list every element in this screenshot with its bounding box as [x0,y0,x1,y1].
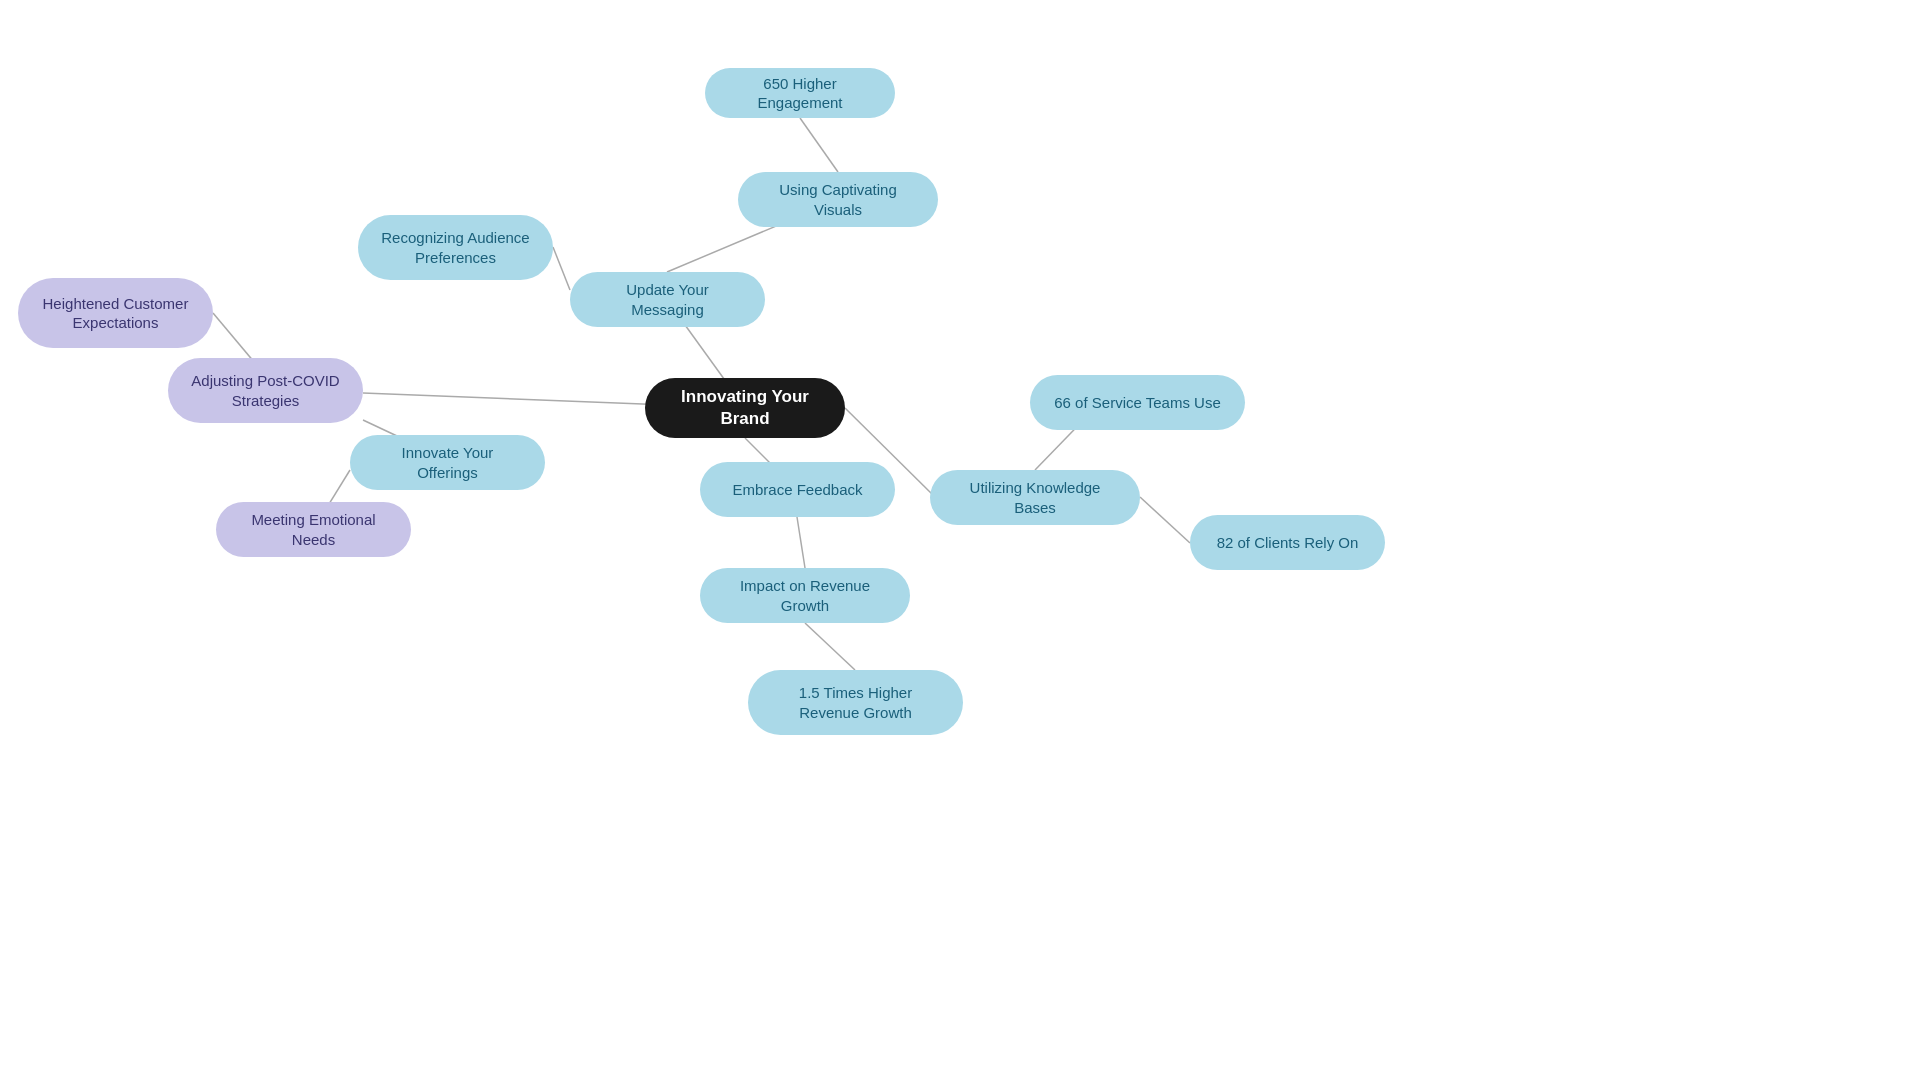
recognizing-audience-label: Recognizing Audience Preferences [378,228,533,267]
heightened-expectations-node[interactable]: Heightened Customer Expectations [18,278,213,348]
higher-revenue-label: 1.5 Times Higher Revenue Growth [768,683,943,722]
embrace-feedback-node[interactable]: Embrace Feedback [700,462,895,517]
svg-line-9 [797,517,805,568]
utilizing-knowledge-label: Utilizing Knowledge Bases [950,478,1120,517]
heightened-expectations-label: Heightened Customer Expectations [38,294,193,333]
adjusting-strategies-label: Adjusting Post-COVID Strategies [188,371,343,410]
center-label: Innovating Your Brand [665,386,825,430]
service-teams-node[interactable]: 66 of Service Teams Use [1030,375,1245,430]
meeting-emotional-label: Meeting Emotional Needs [236,510,391,549]
embrace-feedback-label: Embrace Feedback [732,480,862,500]
recognizing-audience-node[interactable]: Recognizing Audience Preferences [358,215,553,280]
svg-line-13 [1140,497,1190,543]
higher-engagement-label: 650 Higher Engagement [725,74,875,113]
clients-rely-on-label: 82 of Clients Rely On [1217,533,1359,553]
svg-line-3 [553,247,570,290]
center-node[interactable]: Innovating Your Brand [645,378,845,438]
impact-revenue-label: Impact on Revenue Growth [720,576,890,615]
captivating-visuals-label: Using Captivating Visuals [758,180,918,219]
innovate-offerings-node[interactable]: Innovate Your Offerings [350,435,545,490]
svg-line-2 [800,118,838,172]
update-messaging-node[interactable]: Update Your Messaging [570,272,765,327]
service-teams-label: 66 of Service Teams Use [1054,393,1220,413]
utilizing-knowledge-node[interactable]: Utilizing Knowledge Bases [930,470,1140,525]
captivating-visuals-node[interactable]: Using Captivating Visuals [738,172,938,227]
higher-revenue-node[interactable]: 1.5 Times Higher Revenue Growth [748,670,963,735]
clients-rely-on-node[interactable]: 82 of Clients Rely On [1190,515,1385,570]
svg-line-10 [805,623,855,670]
higher-engagement-node[interactable]: 650 Higher Engagement [705,68,895,118]
adjusting-strategies-node[interactable]: Adjusting Post-COVID Strategies [168,358,363,423]
impact-revenue-node[interactable]: Impact on Revenue Growth [700,568,910,623]
innovate-offerings-label: Innovate Your Offerings [370,443,525,482]
update-messaging-label: Update Your Messaging [590,280,745,319]
meeting-emotional-node[interactable]: Meeting Emotional Needs [216,502,411,557]
